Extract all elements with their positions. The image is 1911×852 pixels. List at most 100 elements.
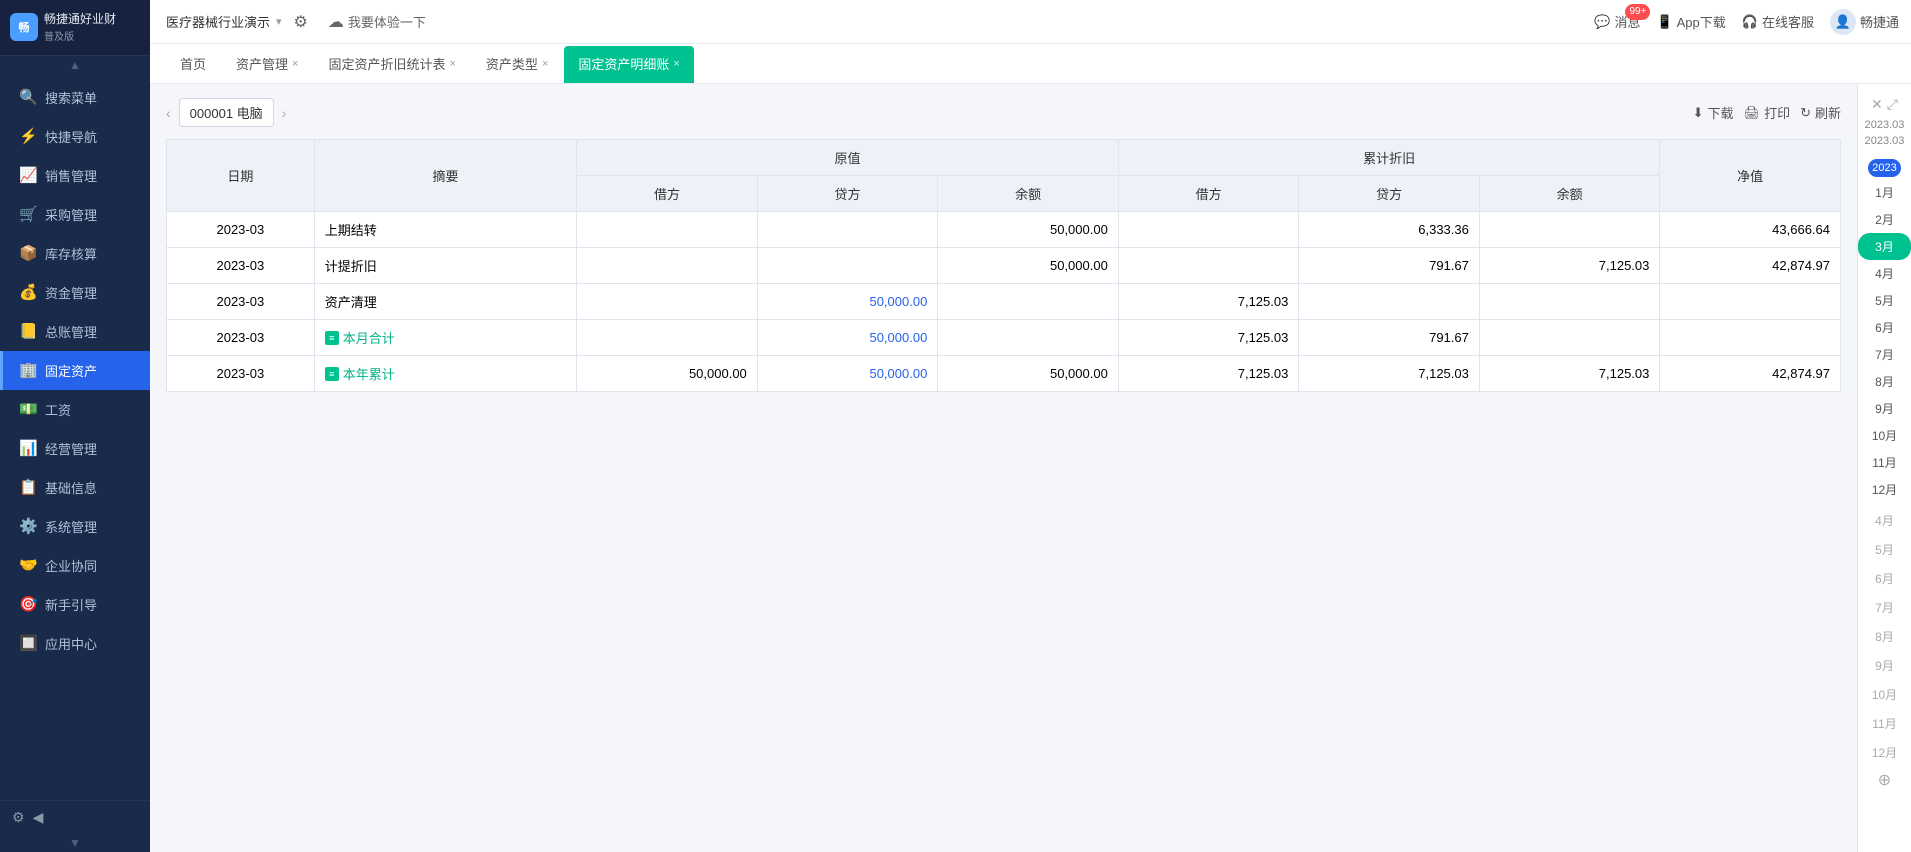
sidebar-item-wage[interactable]: 💵工资 (0, 390, 150, 429)
sidebar-item-collab[interactable]: 🤝企业协同 (0, 546, 150, 585)
tab-fixed-detail[interactable]: 固定资产明细账× (564, 46, 693, 83)
cell-ad-debit-1 (1118, 248, 1299, 284)
prev-month-item-7月[interactable]: 7月 (1872, 594, 1897, 621)
cell-ad-credit-4: 7,125.03 (1299, 356, 1480, 392)
message-icon: 💬 (1594, 14, 1610, 30)
month-item-9月[interactable]: 9月 (1858, 395, 1911, 422)
cell-net-value-4: 42,874.97 (1660, 356, 1841, 392)
next-asset-btn[interactable]: › (282, 105, 287, 121)
tab-label-asset-mgmt: 资产管理 (236, 54, 288, 73)
sidebar-item-system[interactable]: ⚙️系统管理 (0, 507, 150, 546)
sidebar-item-basic[interactable]: 📋基础信息 (0, 468, 150, 507)
month-item-3月[interactable]: 3月 (1858, 233, 1911, 260)
main-content: 医疗器械行业演示 ▾ ⚙ ☁ 我要体验一下 💬 消息 99+ 📱 App下载 🎧… (150, 0, 1911, 852)
download-icon: ⬇ (1693, 105, 1704, 121)
sidebar-scroll-up[interactable]: ▲ (0, 56, 150, 74)
prev-month-item-11月[interactable]: 11月 (1872, 710, 1897, 737)
prev-month-item-4月[interactable]: 4月 (1872, 507, 1897, 534)
refresh-icon: ↻ (1800, 105, 1811, 121)
customer-service-btn[interactable]: 🎧 在线客服 (1742, 12, 1814, 31)
col-date: 日期 (167, 140, 315, 212)
cell-ov-balance-0: 50,000.00 (938, 212, 1119, 248)
data-table: 日期 摘要 原值 累计折旧 净值 借方 贷方 余额 借方 贷方 余额 (166, 139, 1841, 392)
panel-down-arrow[interactable]: ⊕ (1878, 772, 1891, 789)
tab-close-asset-mgmt[interactable]: × (292, 58, 298, 70)
tab-close-asset-type[interactable]: × (542, 58, 548, 70)
panel-close-icon[interactable]: ✕ (1871, 96, 1883, 113)
sidebar-item-purchase[interactable]: 🛒采购管理 (0, 195, 150, 234)
sidebar-item-guide[interactable]: 🎯新手引导 (0, 585, 150, 624)
guide-icon: 🎯 (19, 595, 37, 613)
prev-month-item-5月[interactable]: 5月 (1872, 536, 1897, 563)
year-badge[interactable]: 2023 (1868, 159, 1900, 177)
prev-month-item-10月[interactable]: 10月 (1872, 681, 1897, 708)
sidebar-item-label-ledger: 总账管理 (45, 322, 97, 341)
month-item-5月[interactable]: 5月 (1858, 287, 1911, 314)
sidebar-item-search[interactable]: 🔍 搜索菜单 (0, 78, 150, 117)
sidebar-item-label-quicknav: 快捷导航 (45, 127, 97, 146)
prev-month-item-8月[interactable]: 8月 (1872, 623, 1897, 650)
ad-credit: 贷方 (1299, 176, 1480, 212)
sidebar-item-operation[interactable]: 📊经营管理 (0, 429, 150, 468)
operation-icon: 📊 (19, 439, 37, 457)
panel-expand-icon[interactable]: ⤢ (1887, 96, 1898, 113)
month-item-4月[interactable]: 4月 (1858, 260, 1911, 287)
tab-asset-mgmt[interactable]: 资产管理 × (222, 46, 312, 83)
sidebar-item-fixed[interactable]: 🏢固定资产 (0, 351, 150, 390)
prev-month-item-9月[interactable]: 9月 (1872, 652, 1897, 679)
capital-icon: 💰 (19, 283, 37, 301)
tab-home[interactable]: 首页 (166, 46, 220, 83)
sidebar-item-ledger[interactable]: 📒总账管理 (0, 312, 150, 351)
month-item-1月[interactable]: 1月 (1858, 179, 1911, 206)
experience-btn[interactable]: ☁ 我要体验一下 (328, 12, 426, 32)
user-name: 畅捷通 (1860, 12, 1899, 31)
prev-month-item-12月[interactable]: 12月 (1872, 739, 1897, 766)
months-list: 2023 1月2月3月4月5月6月7月8月9月10月11月12月 (1858, 157, 1911, 503)
prev-asset-btn[interactable]: ‹ (166, 105, 171, 121)
sidebar-logo: 畅 畅捷通好业财 普及版 (0, 0, 150, 56)
asset-nav: ‹ 000001 电脑 › ⬇ 下载 🖨 打印 ↻ 刷新 (166, 98, 1841, 127)
print-label: 打印 (1764, 103, 1790, 122)
message-btn[interactable]: 💬 消息 99+ (1594, 12, 1640, 31)
sidebar-item-sales[interactable]: 📈销售管理 (0, 156, 150, 195)
sidebar-item-inventory[interactable]: 📦库存核算 (0, 234, 150, 273)
sidebar-scroll-down[interactable]: ▼ (0, 834, 150, 852)
tab-close-fixed-depreciation[interactable]: × (449, 58, 455, 70)
print-btn[interactable]: 🖨 打印 (1744, 103, 1791, 122)
month-item-11月[interactable]: 11月 (1858, 449, 1911, 476)
ad-balance: 余额 (1479, 176, 1660, 212)
sidebar-item-apps[interactable]: 🔲应用中心 (0, 624, 150, 663)
tab-fixed-depreciation[interactable]: 固定资产折旧统计表× (314, 46, 469, 83)
download-btn[interactable]: ⬇ 下载 (1693, 103, 1734, 122)
cell-ov-debit-4: 50,000.00 (577, 356, 758, 392)
month-item-8月[interactable]: 8月 (1858, 368, 1911, 395)
collapse-sidebar-btn[interactable]: ◀ (33, 809, 44, 826)
month-item-2月[interactable]: 2月 (1858, 206, 1911, 233)
tab-label-asset-type: 资产类型 (486, 54, 538, 73)
month-item-7月[interactable]: 7月 (1858, 341, 1911, 368)
tab-close-fixed-detail[interactable]: × (673, 58, 679, 70)
module-selector[interactable]: 医疗器械行业演示 ▾ (166, 12, 282, 31)
tab-asset-type[interactable]: 资产类型 × (472, 46, 562, 83)
settings-btn[interactable]: ⚙ (12, 809, 25, 826)
print-icon: 🖨 (1744, 105, 1761, 121)
sidebar-item-quicknav[interactable]: ⚡快捷导航 (0, 117, 150, 156)
app-download-btn[interactable]: 📱 App下载 (1656, 12, 1725, 31)
table-row: 2023-03 计提折旧 50,000.00 791.67 7,125.03 4… (167, 248, 1841, 284)
refresh-btn[interactable]: ↻ 刷新 (1800, 103, 1841, 122)
search-icon: 🔍 (19, 88, 37, 106)
month-item-10月[interactable]: 10月 (1858, 422, 1911, 449)
topbar: 医疗器械行业演示 ▾ ⚙ ☁ 我要体验一下 💬 消息 99+ 📱 App下载 🎧… (150, 0, 1911, 44)
month-item-6月[interactable]: 6月 (1858, 314, 1911, 341)
user-profile-btn[interactable]: 👤 畅捷通 (1830, 9, 1899, 35)
prev-month-item-6月[interactable]: 6月 (1872, 565, 1897, 592)
col-original-value: 原值 (577, 140, 1119, 176)
app-logo-icon: 畅 (10, 13, 38, 41)
sidebar-item-capital[interactable]: 💰资金管理 (0, 273, 150, 312)
ov-credit: 贷方 (757, 176, 938, 212)
sidebar-item-label-search: 搜索菜单 (45, 88, 97, 107)
month-item-12月[interactable]: 12月 (1858, 476, 1911, 503)
topbar-settings-icon[interactable]: ⚙ (294, 12, 308, 32)
cell-ov-balance-4: 50,000.00 (938, 356, 1119, 392)
cell-ad-credit-2 (1299, 284, 1480, 320)
